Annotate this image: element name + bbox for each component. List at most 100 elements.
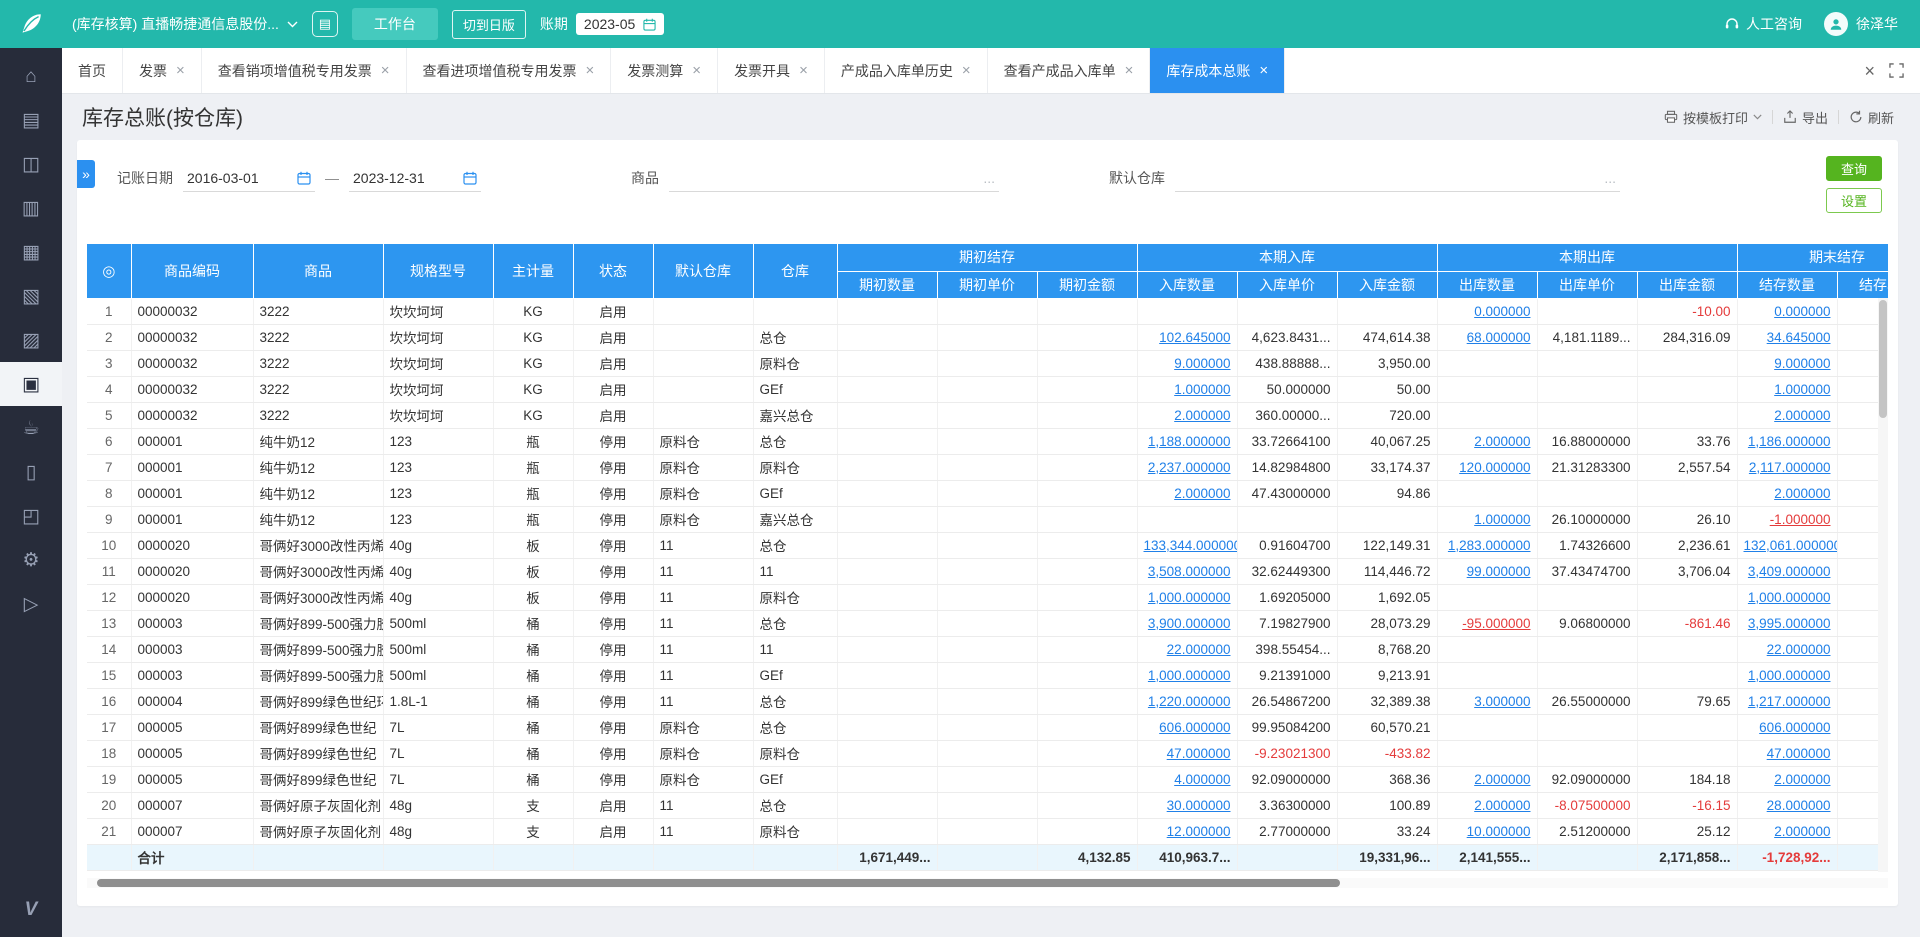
table-row[interactable]: 14000003哥俩好899-500强力胶...500ml桶停用111122.0… — [87, 636, 1888, 663]
table-row[interactable]: 21 000007 哥俩好原子灰固化剂 48g 支启用 11 原料仓 12.000000 2.7… — [87, 818, 1888, 845]
drill-down-link[interactable]: 12.000000 — [1167, 824, 1231, 839]
vertical-scrollbar-thumb[interactable] — [1879, 300, 1887, 418]
drill-down-link[interactable]: 99.000000 — [1467, 564, 1531, 579]
cell[interactable]: 1,220.000000 — [1137, 688, 1238, 715]
table-row[interactable]: 20 000007 哥俩好原子灰固化剂 48g 支启用 11 总仓 30.000000 3.36… — [87, 792, 1888, 819]
workbench-button[interactable]: 工作台 — [351, 8, 438, 40]
cell[interactable]: 2.000000 — [1137, 402, 1238, 429]
drill-down-link[interactable]: 9.000000 — [1174, 356, 1230, 371]
drill-down-link[interactable]: 47.000000 — [1767, 746, 1831, 761]
drill-down-link[interactable]: 0.000000 — [1474, 304, 1530, 319]
drill-down-link[interactable]: 102.645000 — [1159, 330, 1230, 345]
table-row[interactable]: 15000003哥俩好899-500强力胶...500ml桶停用11GEf 1,0… — [87, 662, 1888, 689]
tab-查看产成品入库单[interactable]: 查看产成品入库单 × — [988, 48, 1151, 93]
tab-close-icon[interactable]: × — [1125, 63, 1134, 78]
cell[interactable]: 22.000000 — [1737, 636, 1838, 663]
cell[interactable]: 2.000000 — [1437, 766, 1538, 793]
tab-发票测算[interactable]: 发票测算 × — [611, 48, 719, 93]
table-row[interactable]: 16000004哥俩好899绿色世纪环...1.8L-1桶停用11总仓 1,220… — [87, 688, 1888, 715]
table-row[interactable]: 2 00000032 3222 坎坎坷坷 KG 启用 总仓 102.645000 4,623.8… — [87, 324, 1888, 351]
drill-down-link[interactable]: 132,061.000000 — [1744, 538, 1837, 553]
drill-down-link[interactable]: 22.000000 — [1767, 642, 1831, 657]
cell[interactable]: 4.000000 — [1137, 766, 1238, 793]
drill-down-link[interactable]: 2.000000 — [1474, 772, 1530, 787]
tab-发票[interactable]: 发票 × — [123, 48, 202, 93]
close-all-tabs-icon[interactable]: × — [1864, 62, 1875, 80]
cell[interactable]: 30.000000 — [1137, 792, 1238, 819]
print-by-template-button[interactable]: 按模板打印 — [1664, 108, 1762, 127]
tab-产成品入库单历史[interactable]: 产成品入库单历史 × — [825, 48, 988, 93]
drill-down-link[interactable]: 2.000000 — [1174, 486, 1230, 501]
cell[interactable]: 2.000000 — [1737, 766, 1838, 793]
drill-down-link[interactable]: 22.000000 — [1167, 642, 1231, 657]
cell[interactable]: 47.000000 — [1137, 740, 1238, 767]
drill-down-link[interactable]: 0.000000 — [1774, 304, 1830, 319]
collapse-filter-button[interactable]: » — [77, 160, 95, 188]
sidebar-item-service[interactable]: ☕ — [0, 406, 62, 450]
tab-close-icon[interactable]: × — [799, 63, 808, 78]
drill-down-link[interactable]: 3,508.000000 — [1148, 564, 1231, 579]
drill-down-link[interactable]: 1,217.000000 — [1748, 694, 1831, 709]
table-settings-icon[interactable]: ◎ — [87, 244, 132, 299]
user-menu[interactable]: 徐泽华 — [1824, 12, 1898, 36]
cell[interactable]: -95.000000 — [1437, 610, 1538, 637]
horizontal-scrollbar-thumb[interactable] — [97, 879, 1340, 887]
cell[interactable]: 28.000000 — [1737, 792, 1838, 819]
cell[interactable]: 1,217.000000 — [1737, 688, 1838, 715]
table-row[interactable]: 8 000001 纯牛奶12 123 瓶停用 原料仓 GEf 2.000000 47.43000… — [87, 480, 1888, 507]
drill-down-link[interactable]: 2,117.000000 — [1749, 460, 1831, 475]
sidebar-item-organization[interactable]: ▦ — [0, 230, 62, 274]
cell[interactable]: 12.000000 — [1137, 818, 1238, 845]
sidebar-item-ledger[interactable]: ▧ — [0, 274, 62, 318]
drill-down-link[interactable]: 2.000000 — [1474, 798, 1530, 813]
table-row[interactable]: 7 000001 纯牛奶12 123 瓶停用 原料仓 原料仓 2,237.000000 14.8… — [87, 454, 1888, 481]
cell[interactable]: 1,000.000000 — [1737, 662, 1838, 689]
drill-down-link[interactable]: 1.000000 — [1774, 382, 1830, 397]
drill-down-link[interactable]: 1,188.000000 — [1148, 434, 1231, 449]
cell[interactable]: 1.000000 — [1737, 376, 1838, 403]
company-selector[interactable]: (库存核算) 直播畅捷通信息股份... — [72, 14, 298, 34]
cell[interactable]: 102.645000 — [1137, 324, 1238, 351]
sidebar-item-mobile[interactable]: ▯ — [0, 450, 62, 494]
tab-首页[interactable]: 首页 — [62, 48, 123, 93]
drill-down-link[interactable]: 47.000000 — [1167, 746, 1231, 761]
cell[interactable]: 0.000000 — [1437, 298, 1538, 325]
cell[interactable]: 1,188.000000 — [1137, 428, 1238, 455]
drill-down-link[interactable]: 28.000000 — [1767, 798, 1831, 813]
drill-down-link[interactable]: 1,000.000000 — [1148, 668, 1231, 683]
query-button[interactable]: 查询 — [1826, 156, 1882, 181]
drill-down-link[interactable]: 1,000.000000 — [1748, 590, 1831, 605]
drill-down-link[interactable]: 2.000000 — [1774, 772, 1830, 787]
cell[interactable]: 0.000000 — [1737, 298, 1838, 325]
drill-down-link[interactable]: 4.000000 — [1174, 772, 1230, 787]
cell[interactable]: 2,117.000000 — [1737, 454, 1838, 481]
drill-down-link[interactable]: 2,237.000000 — [1148, 460, 1231, 475]
table-row[interactable]: 3 00000032 3222 坎坎坷坷 KG 启用 原料仓 9.000000 438.8888… — [87, 350, 1888, 377]
drill-down-link[interactable]: 10.000000 — [1467, 824, 1531, 839]
drill-down-link[interactable]: 1.000000 — [1174, 382, 1230, 397]
drill-down-link[interactable]: 34.645000 — [1767, 330, 1831, 345]
sidebar-item-settings[interactable]: ⚙ — [0, 538, 62, 582]
cell[interactable]: 1,000.000000 — [1137, 662, 1238, 689]
cell[interactable]: 1.000000 — [1137, 376, 1238, 403]
cell[interactable]: 1,000.000000 — [1737, 584, 1838, 611]
cell[interactable]: -1.000000 — [1737, 506, 1838, 533]
drill-down-link[interactable]: 1,000.000000 — [1748, 668, 1831, 683]
cell[interactable]: 22.000000 — [1137, 636, 1238, 663]
cell[interactable]: 99.000000 — [1437, 558, 1538, 585]
start-date-input[interactable]: 2016-03-01 — [183, 164, 315, 192]
drill-down-link[interactable]: 3,409.000000 — [1748, 564, 1831, 579]
warehouse-picker-input[interactable]: ... — [1175, 164, 1620, 192]
drill-down-link[interactable]: 133,344.000000 — [1144, 538, 1237, 553]
cell[interactable]: 132,061.000000 — [1737, 532, 1838, 559]
cell[interactable]: 9.000000 — [1137, 350, 1238, 377]
cell[interactable]: 2.000000 — [1437, 792, 1538, 819]
cell[interactable]: 68.000000 — [1437, 324, 1538, 351]
drill-down-link[interactable]: 68.000000 — [1467, 330, 1531, 345]
table-row[interactable]: 17 000005 哥俩好899绿色世纪 7L 桶停用 原料仓 总仓 606.000000 99… — [87, 714, 1888, 741]
cell[interactable]: 3,409.000000 — [1737, 558, 1838, 585]
drill-down-link[interactable]: 2.000000 — [1774, 824, 1830, 839]
drill-down-link[interactable]: 2.000000 — [1774, 486, 1830, 501]
sidebar-item-invoice[interactable]: ▤ — [0, 98, 62, 142]
cell[interactable]: 9.000000 — [1737, 350, 1838, 377]
